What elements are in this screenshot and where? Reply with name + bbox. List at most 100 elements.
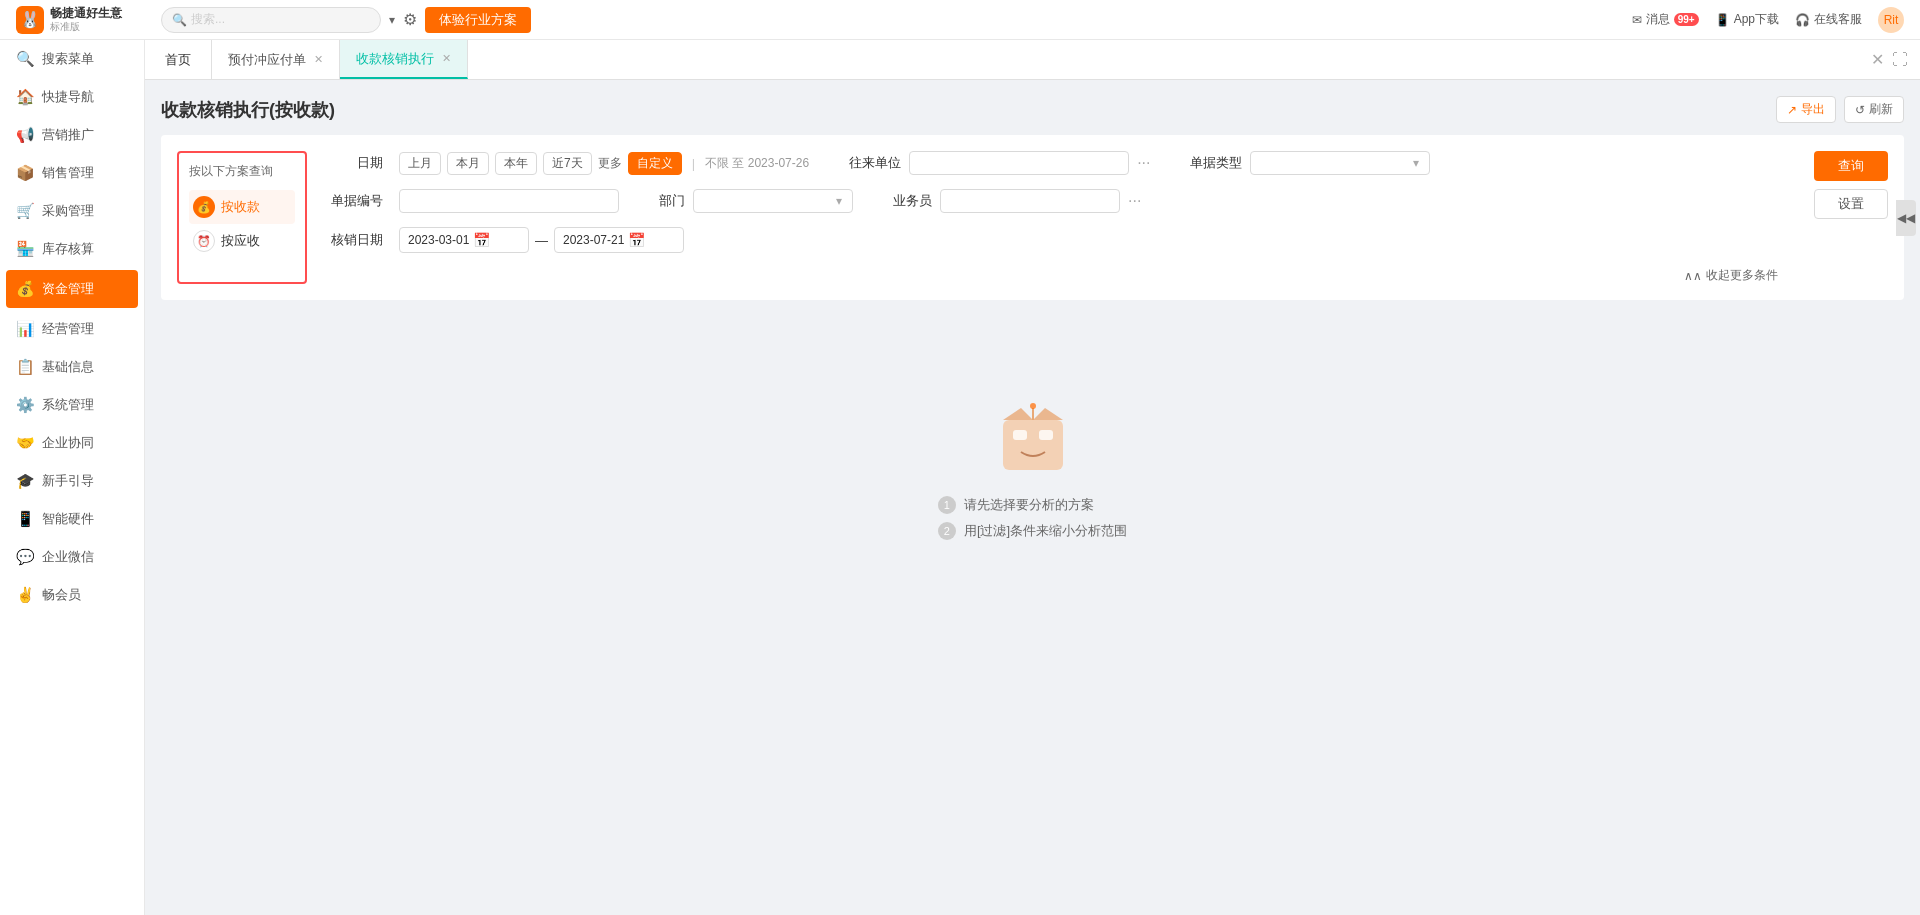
page-header-actions: ↗ 导出 ↺ 刷新	[1776, 96, 1904, 123]
refresh-label: 刷新	[1869, 101, 1893, 118]
expand-tab-btn[interactable]: ⛶	[1892, 51, 1908, 69]
sidebar-item-hardware[interactable]: 📱 智能硬件	[0, 500, 144, 538]
salesperson-dots[interactable]: ···	[1128, 192, 1141, 210]
tab-receipt-writeoff-close[interactable]: ✕	[442, 52, 451, 65]
tab-home[interactable]: 首页	[145, 40, 212, 79]
dropdown-toggle[interactable]: ▾	[389, 13, 395, 27]
inventory-icon: 🏪	[16, 240, 34, 258]
department-group: 部门 ▾	[659, 189, 853, 213]
main-content: 首页 预付冲应付单 ✕ 收款核销执行 ✕ ✕ ⛶ 收款核销执行(按收款)	[145, 40, 1920, 915]
logo: 🐰 畅捷通好生意 标准版	[16, 6, 161, 34]
sidebar-item-label: 基础信息	[42, 358, 94, 376]
voucher-type-label: 单据类型	[1190, 154, 1242, 172]
collapse-left-icon: ◀◀	[1897, 211, 1915, 225]
export-btn[interactable]: ↗ 导出	[1776, 96, 1836, 123]
export-icon: ↗	[1787, 103, 1797, 117]
purchase-icon: 🛒	[16, 202, 34, 220]
headset-icon: 🎧	[1795, 13, 1810, 27]
logo-icon: 🐰	[16, 6, 44, 34]
sidebar-item-system[interactable]: ⚙️ 系统管理	[0, 386, 144, 424]
date-options: 上月 本月 本年 近7天 更多 自定义 | 不限 至 2023-07-26	[399, 152, 809, 175]
voucher-number-label: 单据编号	[327, 192, 383, 210]
app-download-btn[interactable]: 📱 App下载	[1715, 11, 1779, 28]
sidebar-item-label: 系统管理	[42, 396, 94, 414]
sidebar-item-inventory[interactable]: 🏪 库存核算	[0, 230, 144, 268]
salesperson-input[interactable]	[940, 189, 1120, 213]
sidebar-item-purchase[interactable]: 🛒 采购管理	[0, 192, 144, 230]
filter-main: 日期 上月 本月 本年 近7天 更多 自定义 | 不限 至 2023-07-26	[319, 151, 1802, 284]
query-btn[interactable]: 查询	[1814, 151, 1888, 181]
counterparty-label: 往来单位	[849, 154, 901, 172]
date-btn-this-year[interactable]: 本年	[495, 152, 537, 175]
sidebar-item-label: 智能硬件	[42, 510, 94, 528]
counterparty-dots[interactable]: ···	[1137, 154, 1150, 172]
date-btn-custom[interactable]: 自定义	[628, 152, 682, 175]
writeoff-date-range: 2023-03-01 📅 — 2023-07-21 📅	[399, 227, 684, 253]
receipt-icon: 💰	[193, 196, 215, 218]
sidebar-item-marketing[interactable]: 📢 营销推广	[0, 116, 144, 154]
svg-point-4	[1030, 403, 1036, 409]
industry-btn[interactable]: 体验行业方案	[425, 7, 531, 33]
receivable-icon: ⏰	[193, 230, 215, 252]
cooperation-icon: 🤝	[16, 434, 34, 452]
sidebar-item-basic-info[interactable]: 📋 基础信息	[0, 348, 144, 386]
sidebar-item-member[interactable]: ✌ 畅会员	[0, 576, 144, 614]
tab-prepay-close[interactable]: ✕	[314, 53, 323, 66]
sidebar-item-sales[interactable]: 📦 销售管理	[0, 154, 144, 192]
online-service-label: 在线客服	[1814, 11, 1862, 28]
sidebar-item-quick-nav[interactable]: 🏠 快捷导航	[0, 78, 144, 116]
date-btn-prev-month[interactable]: 上月	[399, 152, 441, 175]
department-select[interactable]: ▾	[693, 189, 853, 213]
sidebar-item-label: 资金管理	[42, 280, 94, 298]
close-all-tabs-btn[interactable]: ✕	[1871, 50, 1884, 69]
gear-icon[interactable]: ⚙	[403, 10, 417, 29]
settings-btn[interactable]: 设置	[1814, 189, 1888, 219]
sidebar: 🔍 搜索菜单 🏠 快捷导航 📢 营销推广 📦 销售管理 🛒 采购管理 🏪 库存核…	[0, 40, 145, 915]
messages-btn[interactable]: ✉ 消息 99+	[1632, 11, 1699, 28]
counterparty-input[interactable]	[909, 151, 1129, 175]
filter-row-writeoff-date: 核销日期 2023-03-01 📅 — 2023-07-21 📅	[327, 227, 1794, 253]
filter-row-voucher: 单据编号 部门 ▾ 业务员 ···	[327, 189, 1794, 213]
sidebar-item-guide[interactable]: 🎓 新手引导	[0, 462, 144, 500]
filter-collapse-btn[interactable]: ◀◀	[1896, 200, 1916, 236]
tab-prepay[interactable]: 预付冲应付单 ✕	[212, 40, 340, 79]
filter-option-by-receipt[interactable]: 💰 按收款	[189, 190, 295, 224]
tab-bar: 首页 预付冲应付单 ✕ 收款核销执行 ✕ ✕ ⛶	[145, 40, 1920, 80]
tip-text-1: 请先选择要分析的方案	[964, 496, 1094, 514]
voucher-type-arrow: ▾	[1413, 156, 1419, 170]
top-search-bar[interactable]: 🔍 搜索...	[161, 7, 381, 33]
sidebar-item-label: 营销推广	[42, 126, 94, 144]
online-service-btn[interactable]: 🎧 在线客服	[1795, 11, 1862, 28]
search-icon: 🔍	[16, 50, 34, 68]
voucher-number-input[interactable]	[399, 189, 619, 213]
sidebar-item-search-menu[interactable]: 🔍 搜索菜单	[0, 40, 144, 78]
basic-info-icon: 📋	[16, 358, 34, 376]
search-icon: 🔍	[172, 13, 187, 27]
sidebar-item-cooperation[interactable]: 🤝 企业协同	[0, 424, 144, 462]
svg-rect-1	[1013, 430, 1027, 440]
message-icon: ✉	[1632, 13, 1642, 27]
date-btn-7days[interactable]: 近7天	[543, 152, 592, 175]
voucher-type-select[interactable]: ▾	[1250, 151, 1430, 175]
collapse-more-btn[interactable]: ∧∧ 收起更多条件	[327, 267, 1794, 284]
capital-icon: 💰	[16, 280, 34, 298]
tab-receipt-writeoff[interactable]: 收款核销执行 ✕	[340, 40, 468, 79]
user-avatar[interactable]: Rit	[1878, 7, 1904, 33]
refresh-btn[interactable]: ↺ 刷新	[1844, 96, 1904, 123]
date-dash: —	[535, 233, 548, 248]
system-icon: ⚙️	[16, 396, 34, 414]
writeoff-date-start-input[interactable]: 2023-03-01 📅	[399, 227, 529, 253]
date-more-btn[interactable]: 更多	[598, 155, 622, 172]
top-bar: 🐰 畅捷通好生意 标准版 🔍 搜索... ▾ ⚙ 体验行业方案 ✉ 消息 99+…	[0, 0, 1920, 40]
writeoff-date-end-input[interactable]: 2023-07-21 📅	[554, 227, 684, 253]
date-btn-this-month[interactable]: 本月	[447, 152, 489, 175]
sidebar-item-wechat[interactable]: 💬 企业微信	[0, 538, 144, 576]
sidebar-item-capital[interactable]: 💰 资金管理	[6, 270, 138, 308]
filter-option-by-receivable[interactable]: ⏰ 按应收	[189, 224, 295, 258]
operations-icon: 📊	[16, 320, 34, 338]
sidebar-item-operations[interactable]: 📊 经营管理	[0, 310, 144, 348]
empty-state: 1 请先选择要分析的方案 2 用[过滤]条件来缩小分析范围	[161, 300, 1904, 580]
top-bar-right: ✉ 消息 99+ 📱 App下载 🎧 在线客服 Rit	[1632, 7, 1904, 33]
page-content: 收款核销执行(按收款) ↗ 导出 ↺ 刷新 按以下方案查询	[145, 80, 1920, 915]
top-bar-center: 🔍 搜索... ▾ ⚙ 体验行业方案	[161, 7, 1632, 33]
